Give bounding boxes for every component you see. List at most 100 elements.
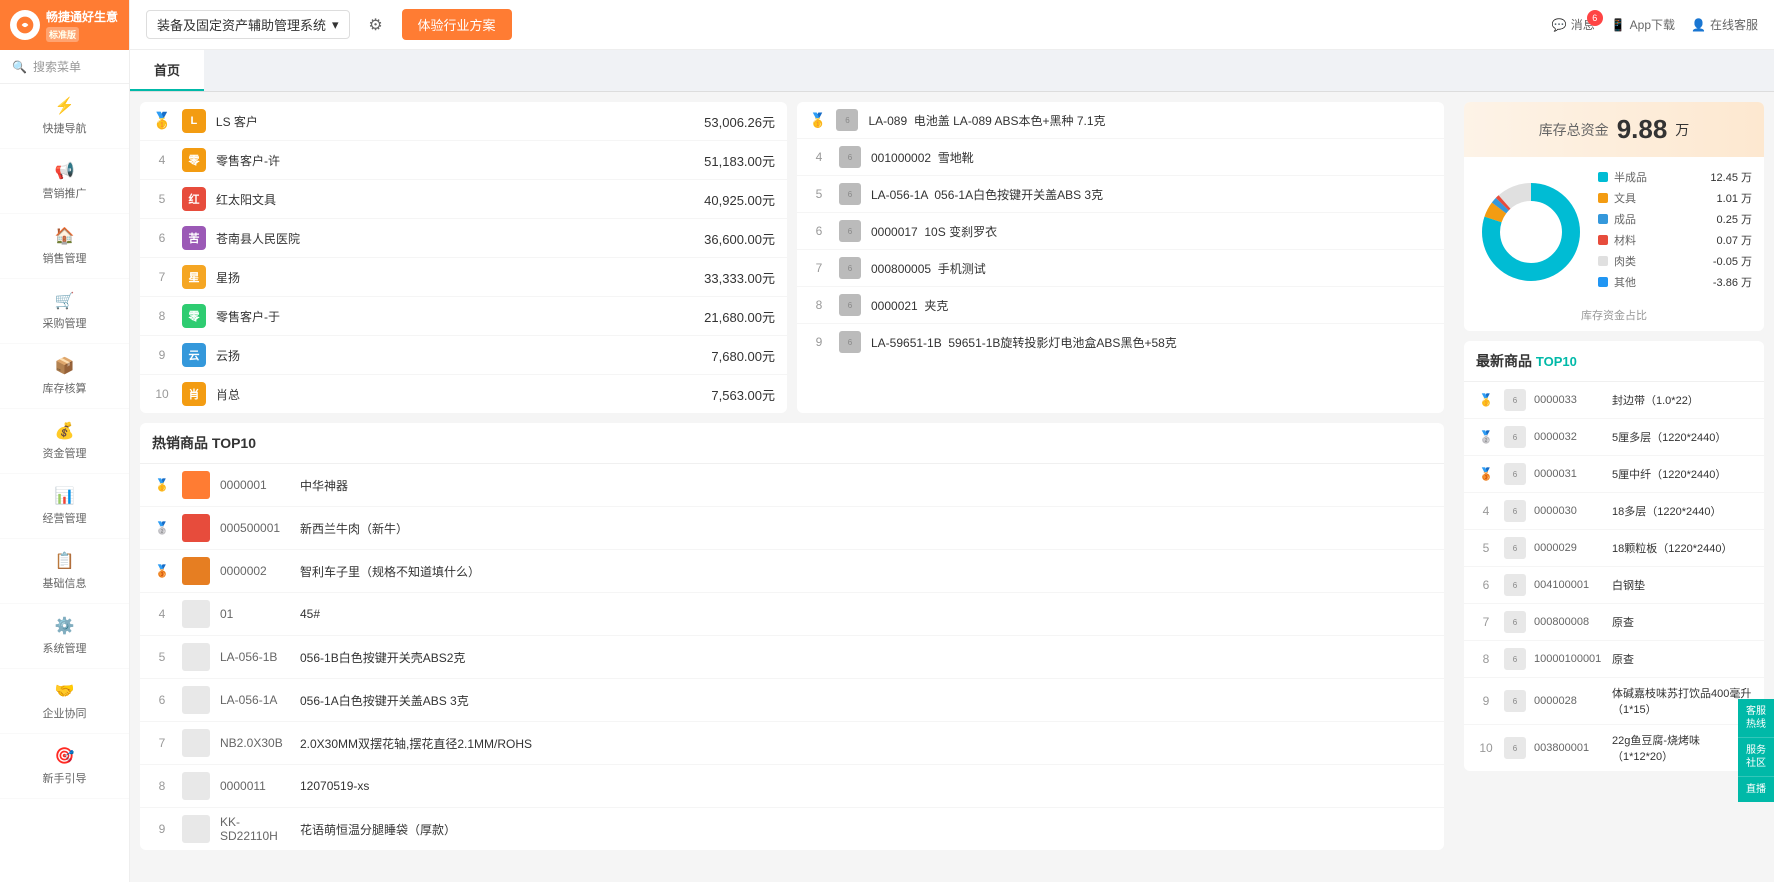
rank-number: 🥈 xyxy=(152,521,172,535)
rank-amount: 7,563.00元 xyxy=(711,385,775,404)
sidebar-item-enterprise[interactable]: 🤝 企业协同 xyxy=(0,669,129,734)
sidebar-search[interactable]: 🔍 搜索菜单 xyxy=(0,50,129,84)
product-name: 新西兰牛肉（新牛） xyxy=(300,520,1432,537)
tab-home[interactable]: 首页 xyxy=(130,50,204,91)
legend-dot xyxy=(1598,214,1608,224)
table-row: 10 肖 肖总 7,563.00元 xyxy=(140,375,787,413)
product-name: 封边带（1.0*22） xyxy=(1612,392,1752,408)
product-code: 10000100001 xyxy=(1534,653,1604,665)
sidebar-label-basic-info: 基础信息 xyxy=(43,575,87,591)
product-name: 5厘中纤（1220*2440） xyxy=(1612,466,1752,482)
legend-value: 1.01 万 xyxy=(1717,190,1752,206)
rank-name: 云扬 xyxy=(216,347,701,364)
sidebar-item-marketing[interactable]: 📢 营销推广 xyxy=(0,149,129,214)
sidebar-item-operations[interactable]: 📊 经营管理 xyxy=(0,474,129,539)
rank-number: 4 xyxy=(1476,504,1496,518)
basic-info-icon: 📋 xyxy=(55,551,75,571)
product-thumbnail: 6 xyxy=(1504,389,1526,411)
rank-number: 🥉 xyxy=(152,564,172,578)
product-code: 0000033 xyxy=(1534,394,1604,406)
chevron-down-icon: ▾ xyxy=(332,17,339,33)
rank-number: 10 xyxy=(1476,741,1496,755)
list-item: 🥇 6 0000033 封边带（1.0*22） xyxy=(1464,382,1764,419)
hotline-label: 客服热线 xyxy=(1746,706,1766,730)
float-btn-live[interactable]: 直播 xyxy=(1738,777,1774,802)
rank-number: 9 xyxy=(152,348,172,362)
float-btn-hotline[interactable]: 客服热线 xyxy=(1738,699,1774,738)
rank-number: 6 xyxy=(152,231,172,245)
product-code: 01 xyxy=(220,607,290,621)
list-item: 🥉 6 0000031 5厘中纤（1220*2440） xyxy=(1464,456,1764,493)
rank-name: 肖总 xyxy=(216,386,701,403)
table-row: 5 红 红太阳文具 40,925.00元 xyxy=(140,180,787,219)
app-label: App下载 xyxy=(1630,16,1675,33)
messages-item[interactable]: 💬 消息 6 xyxy=(1552,16,1595,33)
sidebar-item-inventory[interactable]: 📦 库存核算 xyxy=(0,344,129,409)
list-item: 6 6 004100001 白钢垫 xyxy=(1464,567,1764,604)
product-thumbnail xyxy=(182,557,210,585)
product-code: KK-SD22110H xyxy=(220,815,290,843)
trial-button[interactable]: 体验行业方案 xyxy=(402,9,512,40)
list-item: 🥉 0000002 智利车子里（规格不知道填什么） xyxy=(140,550,1444,593)
sidebar-item-basic-info[interactable]: 📋 基础信息 xyxy=(0,539,129,604)
system-name: 装备及固定资产辅助管理系统 xyxy=(157,15,326,34)
rank-amount: 21,680.00元 xyxy=(704,307,775,326)
sidebar-logo: 畅捷通好生意 标准版 xyxy=(0,0,129,50)
legend-label: 文具 xyxy=(1614,190,1711,206)
legend-label: 肉类 xyxy=(1614,253,1707,269)
live-label: 直播 xyxy=(1746,784,1766,795)
system-selector[interactable]: 装备及固定资产辅助管理系统 ▾ xyxy=(146,10,350,39)
sidebar-item-finance[interactable]: 💰 资金管理 xyxy=(0,409,129,474)
rank-number: 6 xyxy=(1476,578,1496,592)
legend-dot xyxy=(1598,172,1608,182)
product-name: LA-59651-1B 59651-1B旋转投影灯电池盒ABS黑色+58克 xyxy=(871,334,1432,351)
list-item: 🥈 6 0000032 5厘多层（1220*2440） xyxy=(1464,419,1764,456)
rank-amount: 36,600.00元 xyxy=(704,229,775,248)
product-code: 000500001 xyxy=(220,521,290,535)
rank-number: 7 xyxy=(152,736,172,750)
top-ranking-row: 🥇 L LS 客户 53,006.26元 4 零 零售客户-许 51,183.0… xyxy=(140,102,1444,413)
product-code: 0000029 xyxy=(1534,542,1604,554)
messages-badge: 6 xyxy=(1587,10,1603,26)
sidebar-item-purchase[interactable]: 🛒 采购管理 xyxy=(0,279,129,344)
product-thumbnail xyxy=(182,729,210,757)
float-btn-community[interactable]: 服务社区 xyxy=(1738,738,1774,777)
rank-number: 🥇 xyxy=(152,478,172,492)
product-name: 22g鱼豆腐-烧烤味（1*12*20） xyxy=(1612,732,1752,764)
settings-button[interactable]: ⚙ xyxy=(362,11,390,39)
app-icon: 📱 xyxy=(1611,18,1626,32)
app-download-item[interactable]: 📱 App下载 xyxy=(1611,16,1675,33)
legend-value: 0.07 万 xyxy=(1717,232,1752,248)
sales-icon: 🏠 xyxy=(55,226,75,246)
product-code: 0000032 xyxy=(1534,431,1604,443)
sidebar-item-system[interactable]: ⚙️ 系统管理 xyxy=(0,604,129,669)
product-name: 原查 xyxy=(1612,651,1752,667)
rank-name: 零售客户-于 xyxy=(216,308,694,325)
product-thumbnail: 6 xyxy=(1504,426,1526,448)
list-item: 5 LA-056-1B 056-1B白色按键开关壳ABS2克 xyxy=(140,636,1444,679)
rank-number: 8 xyxy=(152,309,172,323)
legend-label: 材料 xyxy=(1614,232,1711,248)
list-item: 8 6 10000100001 原查 xyxy=(1464,641,1764,678)
sidebar-item-guide[interactable]: 🎯 新手引导 xyxy=(0,734,129,799)
sidebar-item-sales[interactable]: 🏠 销售管理 xyxy=(0,214,129,279)
legend-dot xyxy=(1598,193,1608,203)
inventory-footer: 库存资金占比 xyxy=(1464,307,1764,331)
sidebar-label-quick-nav: 快捷导航 xyxy=(43,120,87,136)
product-img-placeholder: 6 xyxy=(839,146,861,168)
inventory-amount: 9.88 xyxy=(1617,114,1668,145)
new-products-section: 最新商品 TOP10 🥇 6 0000033 封边带（1.0*22） 🥈 6 0… xyxy=(1464,341,1764,771)
message-icon: 💬 xyxy=(1552,18,1567,32)
inventory-header: 库存总资金 9.88 万 xyxy=(1464,102,1764,157)
medal-gold-icon: 🥇 xyxy=(809,112,826,129)
rank-amount: 53,006.26元 xyxy=(704,112,775,131)
online-service-item[interactable]: 👤 在线客服 xyxy=(1691,16,1758,33)
legend-item-other: 其他 -3.86 万 xyxy=(1598,274,1752,290)
sidebar-item-quick-nav[interactable]: ⚡ 快捷导航 xyxy=(0,84,129,149)
center-area: 🥇 L LS 客户 53,006.26元 4 零 零售客户-许 51,183.0… xyxy=(130,92,1454,882)
rank-number: 4 xyxy=(152,153,172,167)
sidebar-label-finance: 资金管理 xyxy=(43,445,87,461)
rank-number: 8 xyxy=(809,298,829,312)
list-item: 7 NB2.0X30B 2.0X30MM双摆花轴,摆花直径2.1MM/ROHS xyxy=(140,722,1444,765)
sidebar-label-system: 系统管理 xyxy=(43,640,87,656)
